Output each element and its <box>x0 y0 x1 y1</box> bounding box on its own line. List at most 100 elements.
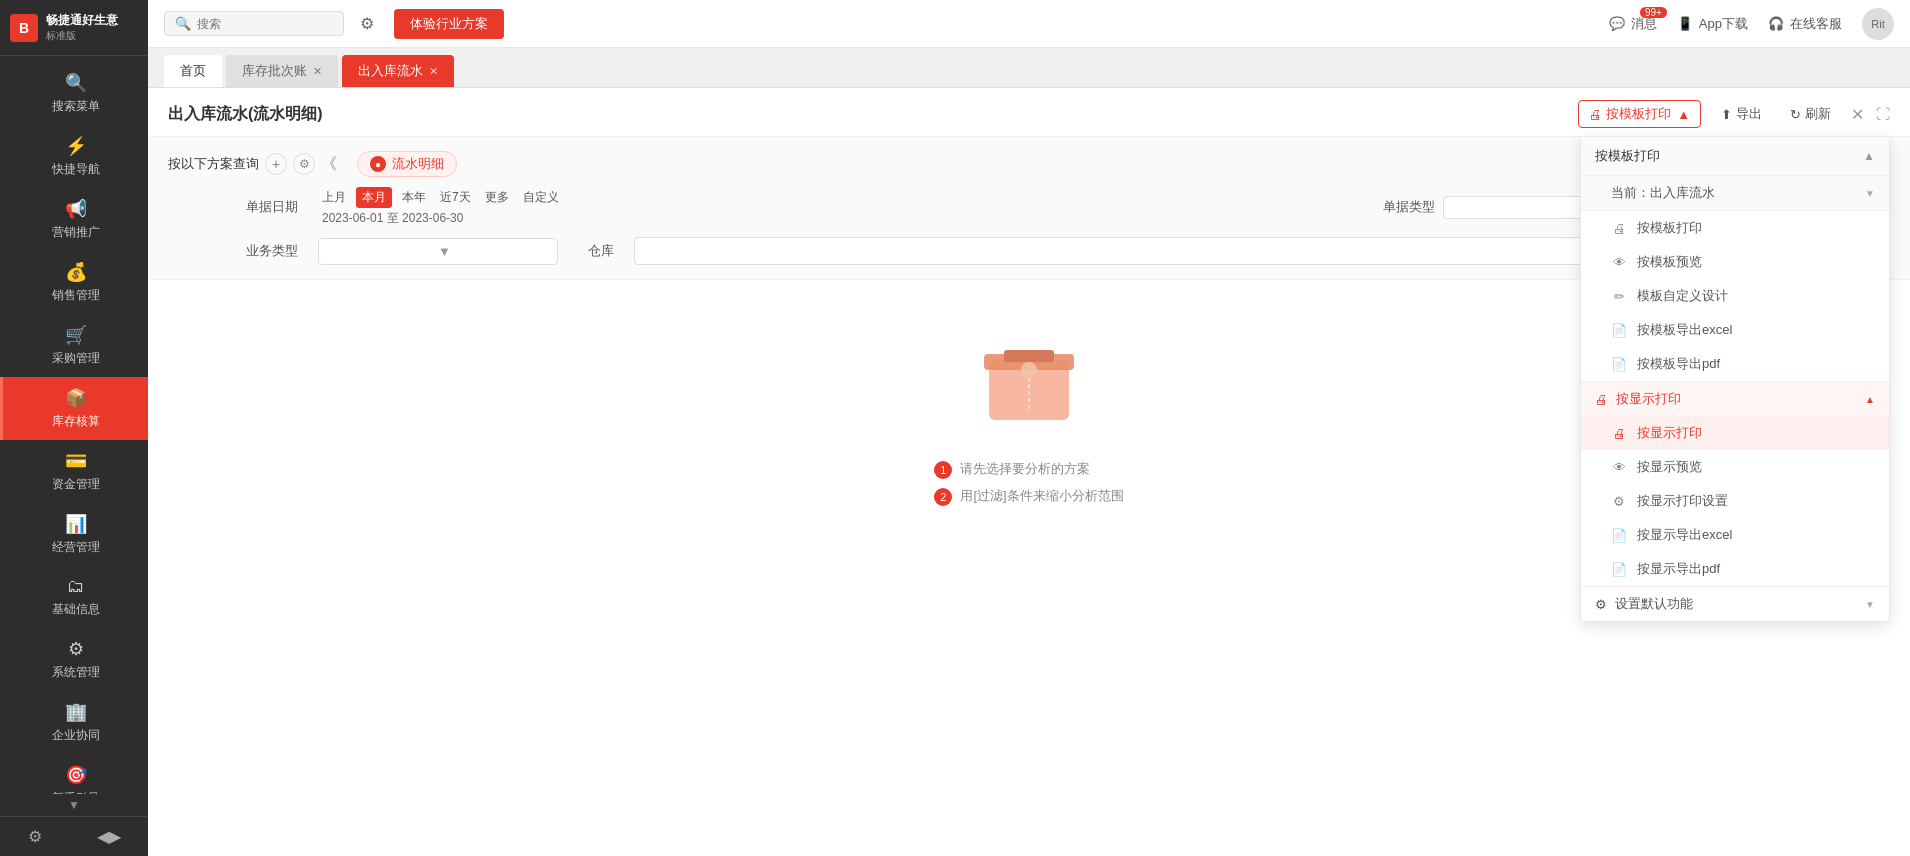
sidebar-item-label: 销售管理 <box>52 287 100 304</box>
sidebar-item-corp[interactable]: 🏢 企业协同 <box>0 691 148 754</box>
sidebar-item-system[interactable]: ⚙ 系统管理 <box>0 628 148 691</box>
logo-icon: B <box>10 14 38 42</box>
sidebar-item-guide[interactable]: 🎯 新手引导 <box>0 754 148 794</box>
dropdown-item-template-pdf[interactable]: 📄 按模板导出pdf <box>1581 347 1889 381</box>
empty-icon <box>979 340 1079 440</box>
dropdown-collapse-icon[interactable]: ▲ <box>1863 149 1875 163</box>
avatar[interactable]: Rit <box>1862 8 1894 40</box>
tab-batch[interactable]: 库存批次账 ✕ <box>226 55 338 87</box>
dropdown-group-header[interactable]: 🖨 按显示打印 ▲ <box>1581 382 1889 416</box>
dropdown-item-template-preview[interactable]: 👁 按模板预览 <box>1581 245 1889 279</box>
dropdown-item-display-print[interactable]: 🖨 按显示打印 <box>1581 416 1889 450</box>
sidebar-scroll-down[interactable]: ▼ <box>68 798 80 812</box>
message-button[interactable]: 💬 消息 99+ <box>1609 15 1657 33</box>
date-this-month[interactable]: 本月 <box>356 187 392 208</box>
sidebar-item-marketing[interactable]: 📢 营销推广 <box>0 188 148 251</box>
sidebar-bottom: ⚙ ◀▶ <box>0 816 148 856</box>
maximize-button[interactable]: ⛶ <box>1876 106 1890 122</box>
sidebar-item-label: 快捷导航 <box>52 161 100 178</box>
trial-button[interactable]: 体验行业方案 <box>394 9 504 39</box>
tab-home[interactable]: 首页 <box>164 55 222 87</box>
refresh-icon: ↻ <box>1790 107 1801 122</box>
sidebar-item-label: 资金管理 <box>52 476 100 493</box>
sidebar-item-label: 库存核算 <box>52 413 100 430</box>
sidebar-item-label: 采购管理 <box>52 350 100 367</box>
dropdown-display-section: 🖨 按显示打印 ▲ 🖨 按显示打印 👁 按显 <box>1581 382 1889 587</box>
tab-flow-close[interactable]: ✕ <box>429 65 438 78</box>
search-input[interactable] <box>197 17 327 31</box>
page-title: 出入库流水(流水明细) <box>168 104 323 125</box>
step-2-num: 2 <box>934 488 952 506</box>
dropdown-item-label: 按显示打印设置 <box>1637 492 1728 510</box>
group-collapse-icon[interactable]: ▲ <box>1865 394 1875 405</box>
app-download-button[interactable]: 📱 App下载 <box>1677 15 1748 33</box>
finance-icon: 💳 <box>65 450 87 472</box>
sidebar-item-purchase[interactable]: 🛒 采购管理 <box>0 314 148 377</box>
online-service-button[interactable]: 🎧 在线客服 <box>1768 15 1842 33</box>
close-page-button[interactable]: ✕ <box>1851 105 1864 124</box>
purchase-icon: 🛒 <box>65 324 87 346</box>
date-more[interactable]: 更多 <box>481 187 513 208</box>
dropdown-item-label: 按显示导出excel <box>1637 526 1732 544</box>
filter-settings-button[interactable]: ⚙ <box>293 153 315 175</box>
sidebar-item-operations[interactable]: 📊 经营管理 <box>0 503 148 566</box>
sidebar-item-basic[interactable]: 🗂 基础信息 <box>0 566 148 628</box>
quicknav-icon: ⚡ <box>65 135 87 157</box>
date-last-month[interactable]: 上月 <box>318 187 350 208</box>
filter-add-button[interactable]: + <box>265 153 287 175</box>
business-type-arrow: ▼ <box>438 244 547 259</box>
step-1-text: 请先选择要分析的方案 <box>960 460 1090 478</box>
main-content: 🔍 ⚙ 体验行业方案 💬 消息 99+ 📱 App下载 🎧 在线客服 <box>148 0 1910 856</box>
empty-illustration <box>979 340 1079 430</box>
dropdown-item-display-preview[interactable]: 👁 按显示预览 <box>1581 450 1889 484</box>
tab-flow[interactable]: 出入库流水 ✕ <box>342 55 454 87</box>
search-box[interactable]: 🔍 <box>164 11 344 36</box>
date-this-year[interactable]: 本年 <box>398 187 430 208</box>
dropdown-item-display-excel[interactable]: 📄 按显示导出excel <box>1581 518 1889 552</box>
sidebar-item-finance[interactable]: 💳 资金管理 <box>0 440 148 503</box>
dropdown-item-display-settings[interactable]: ⚙ 按显示打印设置 <box>1581 484 1889 518</box>
sidebar-item-search[interactable]: 🔍 搜索菜单 <box>0 62 148 125</box>
sidebar-item-label: 营销推广 <box>52 224 100 241</box>
export-button[interactable]: ⬆ 导出 <box>1713 101 1770 127</box>
dropdown-item-template-custom[interactable]: ✏ 模板自定义设计 <box>1581 279 1889 313</box>
tabbar: 首页 库存批次账 ✕ 出入库流水 ✕ <box>148 48 1910 88</box>
print-template-button[interactable]: 🖨 按模板打印 ▲ <box>1578 100 1701 128</box>
date-7days[interactable]: 近7天 <box>436 187 475 208</box>
filter-tag-icon: ● <box>370 156 386 172</box>
avatar-text: Rit <box>1871 18 1884 30</box>
page-header: 出入库流水(流水明细) 🖨 按模板打印 ▲ ⬆ 导出 ↻ 刷新 <box>148 88 1910 137</box>
dropdown-item-display-pdf[interactable]: 📄 按显示导出pdf <box>1581 552 1889 586</box>
guide-icon: 🎯 <box>65 764 87 786</box>
dropdown-item-label: 按显示导出pdf <box>1637 560 1720 578</box>
date-custom[interactable]: 自定义 <box>519 187 563 208</box>
dropdown-item-template-excel[interactable]: 📄 按模板导出excel <box>1581 313 1889 347</box>
date-label: 单据日期 <box>168 198 298 216</box>
filter-collapse-button[interactable]: 《 <box>321 154 337 175</box>
dropdown-template-section: 🖨 按模板打印 👁 按模板预览 ✏ 模板自定义设计 <box>1581 211 1889 382</box>
dropdown-item-template-print[interactable]: 🖨 按模板打印 <box>1581 211 1889 245</box>
sidebar-item-quicknav[interactable]: ⚡ 快捷导航 <box>0 125 148 188</box>
tab-home-label: 首页 <box>180 62 206 80</box>
print-dropdown-panel: 按模板打印 ▲ 当前：出入库流水 ▼ 🖨 按模板 <box>1580 136 1890 622</box>
dropdown-footer[interactable]: ⚙ 设置默认功能 ▼ <box>1581 587 1889 621</box>
print-dropdown-arrow[interactable]: ▲ <box>1677 107 1690 122</box>
business-type-select[interactable]: ▼ <box>318 238 558 265</box>
export-label: 导出 <box>1736 105 1762 123</box>
dropdown-current-item[interactable]: 当前：出入库流水 ▼ <box>1581 176 1889 210</box>
empty-steps: 1 请先选择要分析的方案 2 用[过滤]条件来缩小分析范围 <box>934 460 1123 514</box>
step-1-num: 1 <box>934 461 952 479</box>
sidebar-collapse-icon[interactable]: ◀▶ <box>97 827 121 846</box>
refresh-button[interactable]: ↻ 刷新 <box>1782 101 1839 127</box>
search-icon: 🔍 <box>175 16 191 31</box>
tab-batch-close[interactable]: ✕ <box>313 65 322 78</box>
gear-icon[interactable]: ⚙ <box>360 14 374 33</box>
preview-icon: 👁 <box>1611 459 1627 475</box>
sidebar-nav: 🔍 搜索菜单 ⚡ 快捷导航 📢 营销推广 💰 销售管理 🛒 采购管理 📦 <box>0 56 148 794</box>
sidebar-item-inventory[interactable]: 📦 库存核算 <box>0 377 148 440</box>
operations-icon: 📊 <box>65 513 87 535</box>
sidebar-settings-icon[interactable]: ⚙ <box>28 827 42 846</box>
sidebar-item-sales[interactable]: 💰 销售管理 <box>0 251 148 314</box>
filter-tag[interactable]: ● 流水明细 <box>357 151 457 177</box>
filter-tag-label: 流水明细 <box>392 155 444 173</box>
